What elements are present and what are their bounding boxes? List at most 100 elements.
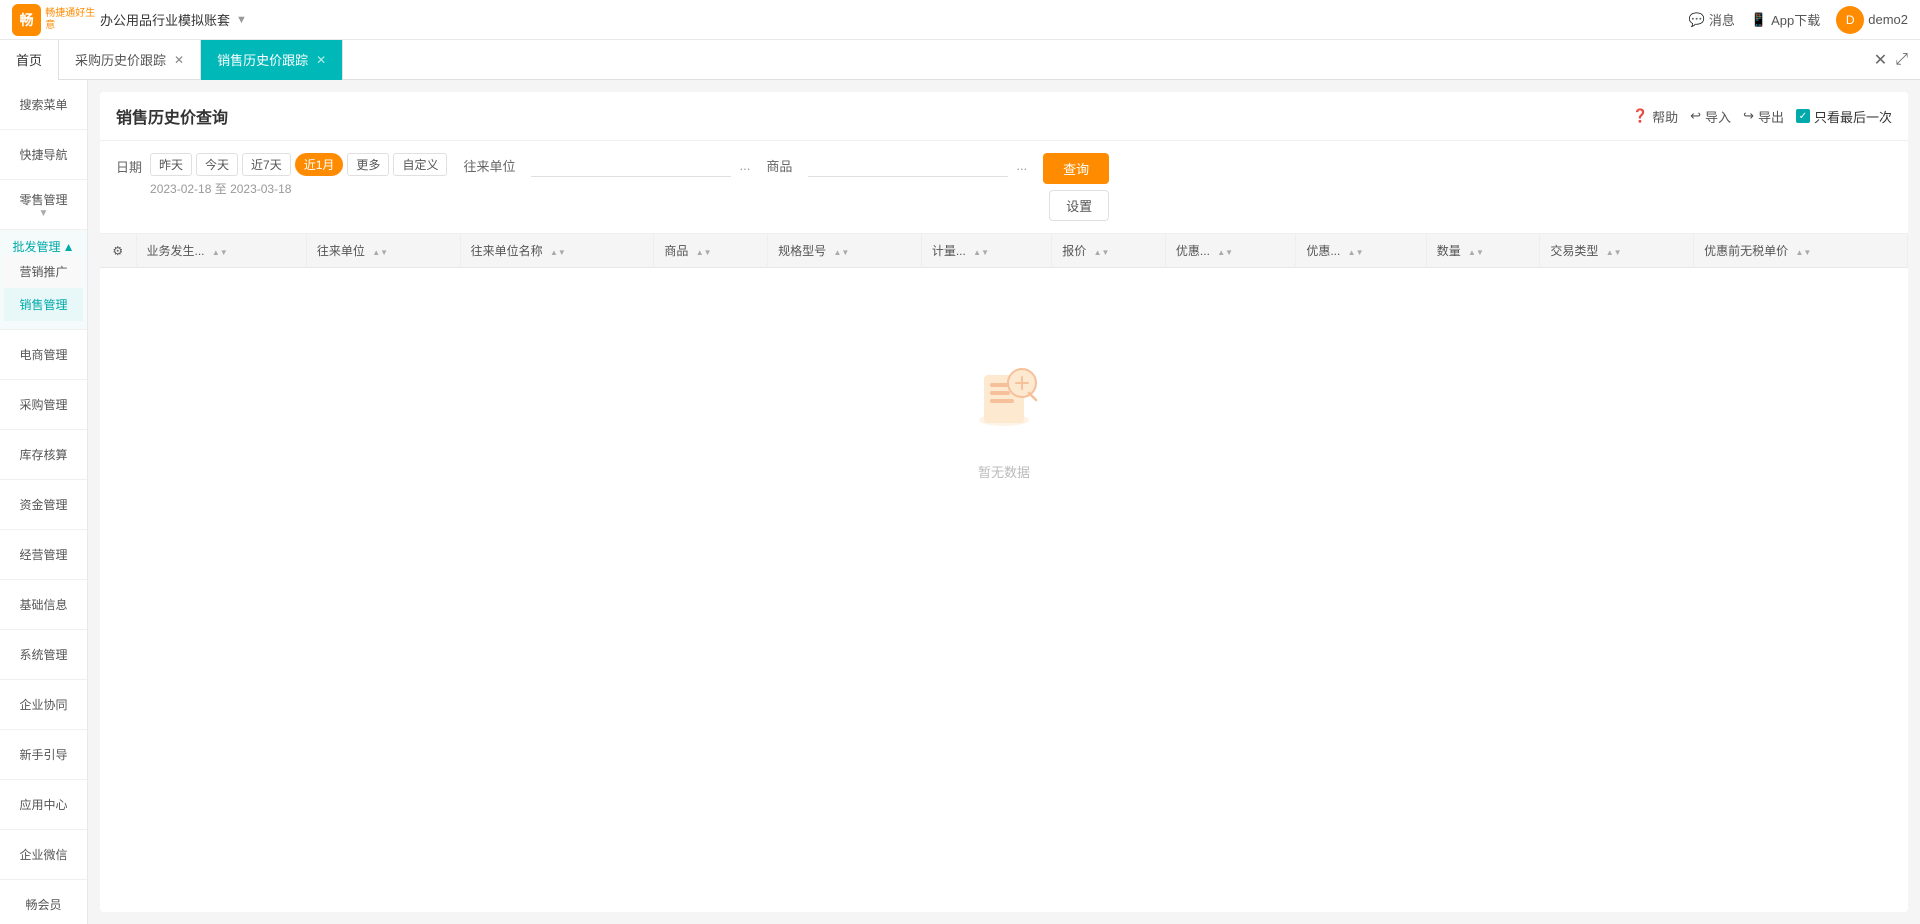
customer-input[interactable] — [531, 153, 731, 177]
date-options: 昨天 今天 近7天 近1月 更多 自定义 2023-02-18 至 2023-0… — [150, 153, 447, 197]
sidebar: 搜索菜单 快捷导航 零售管理 ▼ 批发管理 ▲ 营销推广 销售管理 电商 — [0, 80, 88, 924]
table-col-customer-name[interactable]: 往来单位名称 ▲▼ — [460, 234, 654, 268]
sidebar-item-member[interactable]: 畅会员 — [0, 880, 87, 924]
app-download-button[interactable]: 📱 App下载 — [1751, 10, 1820, 29]
sort-icon: ▲▼ — [1606, 249, 1622, 257]
sort-icon: ▲▼ — [973, 249, 989, 257]
help-icon: ❓ — [1632, 108, 1648, 124]
sidebar-item-ecom-mgmt[interactable]: 电商管理 — [0, 330, 87, 380]
sort-icon: ▲▼ — [372, 249, 388, 257]
table-header: ⚙ 业务发生... ▲▼ 往来单位 ▲▼ 往来单位名称 ▲▼ — [100, 234, 1908, 268]
product-filter-label: 商品 — [766, 156, 800, 175]
close-all-tabs-icon[interactable]: ✕ — [1874, 50, 1887, 70]
close-sales-tab-icon[interactable]: ✕ — [316, 53, 326, 67]
date-btn-7days[interactable]: 近7天 — [242, 153, 291, 176]
sidebar-item-sys-mgmt[interactable]: 系统管理 — [0, 630, 87, 680]
sidebar-item-search-menu[interactable]: 搜索菜单 — [0, 80, 87, 130]
sort-icon: ▲▼ — [1468, 249, 1484, 257]
sidebar-item-enterprise-wechat[interactable]: 企业微信 — [0, 830, 87, 880]
top-bar-right: 💬 消息 📱 App下载 D demo2 — [1689, 6, 1908, 34]
enterprise-wechat-label: 企业微信 — [19, 846, 67, 863]
query-button[interactable]: 查询 — [1043, 153, 1109, 184]
sort-icon: ▲▼ — [1217, 249, 1233, 257]
sidebar-item-purchase-mgmt[interactable]: 采购管理 — [0, 380, 87, 430]
sidebar-item-basic-info[interactable]: 基础信息 — [0, 580, 87, 630]
customer-filter-group: 往来单位 ... — [463, 153, 750, 177]
date-btn-1month[interactable]: 近1月 — [295, 153, 344, 176]
filter-area: 日期 昨天 今天 近7天 近1月 更多 自定义 2023-02-18 至 202… — [100, 141, 1908, 234]
content-panel: 销售历史价查询 ❓ 帮助 ↩ 导入 ↪ 导出 — [100, 92, 1908, 912]
sidebar-item-finance[interactable]: 资金管理 — [0, 480, 87, 530]
sidebar-item-inventory[interactable]: 库存核算 — [0, 430, 87, 480]
main-layout: 搜索菜单 快捷导航 零售管理 ▼ 批发管理 ▲ 营销推广 销售管理 电商 — [0, 80, 1920, 924]
date-btn-today[interactable]: 今天 — [196, 153, 238, 176]
table-col-quantity[interactable]: 数量 ▲▼ — [1426, 234, 1540, 268]
tab-bar-actions: ✕ ⤢ — [1874, 50, 1920, 70]
date-filter-label: 日期 — [116, 153, 142, 176]
export-button[interactable]: ↪ 导出 — [1743, 107, 1784, 126]
customer-filter-label: 往来单位 — [463, 156, 523, 175]
product-input[interactable] — [808, 153, 1008, 177]
tab-sales-history[interactable]: 销售历史价跟踪 ✕ — [201, 40, 343, 80]
retail-mgmt-label: 零售管理 — [19, 191, 67, 208]
date-filter-group: 日期 昨天 今天 近7天 近1月 更多 自定义 2023-02-18 至 202… — [116, 153, 447, 197]
help-button[interactable]: ❓ 帮助 — [1632, 107, 1678, 126]
sidebar-item-new-guide[interactable]: 新手引导 — [0, 730, 87, 780]
sys-mgmt-label: 系统管理 — [19, 646, 67, 663]
table-col-product[interactable]: 商品 ▲▼ — [654, 234, 768, 268]
purchase-mgmt-label: 采购管理 — [19, 396, 67, 413]
date-btn-more[interactable]: 更多 — [347, 153, 389, 176]
date-btn-yesterday[interactable]: 昨天 — [150, 153, 192, 176]
logo-area: 畅 畅捷通好生意 — [12, 4, 100, 36]
date-range-text: 2023-02-18 至 2023-03-18 — [150, 180, 447, 197]
tab-home[interactable]: 首页 — [0, 40, 59, 80]
import-button[interactable]: ↩ 导入 — [1690, 107, 1731, 126]
settings-button[interactable]: 设置 — [1049, 190, 1109, 221]
table-col-unit[interactable]: 计量... ▲▼ — [921, 234, 1051, 268]
sidebar-item-operations[interactable]: 经营管理 — [0, 530, 87, 580]
date-buttons: 昨天 今天 近7天 近1月 更多 自定义 — [150, 153, 447, 176]
wholesale-sub-menu: 营销推广 销售管理 — [4, 255, 83, 321]
chevron-up-icon: ▲ — [63, 240, 75, 254]
logo-icon: 畅 — [12, 4, 41, 36]
page-header-actions: ❓ 帮助 ↩ 导入 ↪ 导出 ✓ 只看最后一次 — [1632, 107, 1892, 138]
message-button[interactable]: 💬 消息 — [1689, 10, 1735, 29]
wholesale-mgmt-header: 批发管理 ▲ — [4, 238, 83, 255]
tab-purchase-history[interactable]: 采购历史价跟踪 ✕ — [59, 40, 201, 80]
maximize-icon[interactable]: ⤢ — [1895, 51, 1908, 69]
close-purchase-tab-icon[interactable]: ✕ — [174, 53, 184, 67]
app-name: 办公用品行业模拟账套 — [100, 10, 230, 29]
table-col-biz-date[interactable]: 业务发生... ▲▼ — [136, 234, 306, 268]
content-area: 销售历史价查询 ❓ 帮助 ↩ 导入 ↪ 导出 — [88, 80, 1920, 924]
message-icon: 💬 — [1689, 12, 1705, 28]
table-col-customer-code[interactable]: 往来单位 ▲▼ — [306, 234, 460, 268]
finance-label: 资金管理 — [19, 496, 67, 513]
table-col-settings[interactable]: ⚙ — [100, 234, 136, 268]
table-col-price[interactable]: 报价 ▲▼ — [1052, 234, 1166, 268]
app-selector[interactable]: 办公用品行业模拟账套 ▼ — [100, 10, 1689, 29]
user-menu[interactable]: D demo2 — [1836, 6, 1908, 34]
sidebar-item-sales-mgmt[interactable]: 销售管理 — [4, 288, 83, 321]
table-col-discount2[interactable]: 优惠... ▲▼ — [1296, 234, 1426, 268]
action-buttons: 查询 设置 — [1043, 153, 1109, 221]
sidebar-item-retail-mgmt[interactable]: 零售管理 ▼ — [0, 180, 87, 230]
sidebar-item-app-center[interactable]: 应用中心 — [0, 780, 87, 830]
sidebar-item-marketing[interactable]: 营销推广 — [4, 255, 83, 288]
date-btn-custom[interactable]: 自定义 — [393, 153, 447, 176]
sidebar-item-wholesale-mgmt[interactable]: 批发管理 ▲ 营销推广 销售管理 — [0, 230, 87, 330]
sidebar-item-quick-nav[interactable]: 快捷导航 — [0, 130, 87, 180]
table-col-trade-type[interactable]: 交易类型 ▲▼ — [1540, 234, 1694, 268]
only-last-checkbox[interactable]: ✓ 只看最后一次 — [1796, 107, 1892, 126]
sort-icon: ▲▼ — [212, 249, 228, 257]
chevron-down-icon: ▼ — [236, 14, 247, 26]
customer-search-icon[interactable]: ... — [739, 158, 750, 173]
basic-info-label: 基础信息 — [19, 596, 67, 613]
product-search-icon[interactable]: ... — [1016, 158, 1027, 173]
table-col-discount1[interactable]: 优惠... ▲▼ — [1165, 234, 1295, 268]
table-col-spec[interactable]: 规格型号 ▲▼ — [768, 234, 922, 268]
empty-state-icon — [964, 355, 1044, 450]
sidebar-item-enterprise[interactable]: 企业协同 — [0, 680, 87, 730]
table-col-pretax-price[interactable]: 优惠前无税单价 ▲▼ — [1694, 234, 1908, 268]
logo-text: 畅捷通好生意 — [45, 8, 100, 32]
enterprise-label: 企业协同 — [19, 696, 67, 713]
